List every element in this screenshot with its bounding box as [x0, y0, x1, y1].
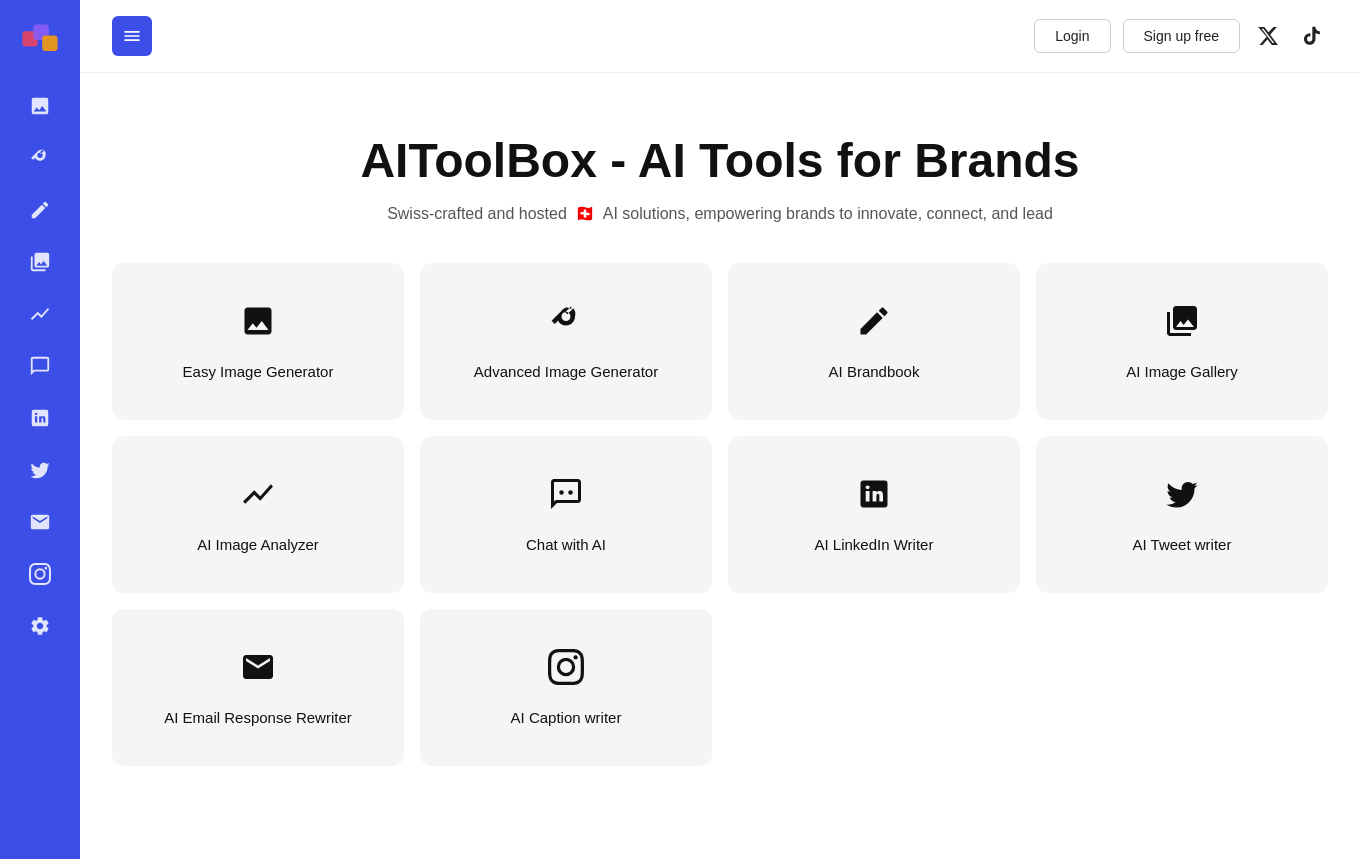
ai-email-response-label: AI Email Response Rewriter	[164, 709, 352, 726]
ai-image-analyzer-label: AI Image Analyzer	[197, 536, 319, 553]
ai-brandbook-card[interactable]: AI Brandbook	[728, 263, 1020, 420]
logo-icon[interactable]	[16, 16, 64, 64]
twitter-tool-icon	[1164, 476, 1200, 520]
linkedin-sidebar-icon[interactable]	[18, 396, 62, 440]
twitter-sidebar-icon[interactable]	[18, 448, 62, 492]
header-left	[112, 16, 152, 56]
ai-caption-writer-label: AI Caption writer	[511, 709, 622, 726]
sidebar	[0, 0, 80, 859]
chat-sidebar-icon[interactable]	[18, 344, 62, 388]
chart-tool-icon	[240, 476, 276, 520]
hero-subtitle: Swiss-crafted and hosted 🇨🇭 AI solutions…	[112, 204, 1328, 223]
advanced-image-gen-label: Advanced Image Generator	[474, 363, 658, 380]
tools-grid: Easy Image Generator Advanced Image Gene…	[80, 263, 1360, 806]
ai-linkedin-writer-label: AI LinkedIn Writer	[815, 536, 934, 553]
x-twitter-link[interactable]	[1252, 20, 1284, 52]
linkedin-tool-icon	[856, 476, 892, 520]
menu-button[interactable]	[112, 16, 152, 56]
chart-sidebar-icon[interactable]	[18, 292, 62, 336]
ai-caption-writer-card[interactable]: AI Caption writer	[420, 609, 712, 766]
hero-section: AIToolBox - AI Tools for Brands Swiss-cr…	[80, 73, 1360, 263]
main-content: Login Sign up free AIToolBox - AI Tools …	[80, 0, 1360, 859]
header-right: Login Sign up free	[1034, 19, 1328, 53]
ai-brandbook-label: AI Brandbook	[829, 363, 920, 380]
wrench-tool-icon	[548, 303, 584, 347]
hero-title: AIToolBox - AI Tools for Brands	[112, 133, 1328, 188]
chat-with-ai-label: Chat with AI	[526, 536, 606, 553]
tiktok-link[interactable]	[1296, 20, 1328, 52]
email-tool-icon	[240, 649, 276, 693]
image-tool-icon	[240, 303, 276, 347]
ai-linkedin-writer-card[interactable]: AI LinkedIn Writer	[728, 436, 1020, 593]
gallery-sidebar-icon[interactable]	[18, 240, 62, 284]
ai-image-gallery-label: AI Image Gallery	[1126, 363, 1238, 380]
settings-sidebar-icon[interactable]	[18, 604, 62, 648]
easy-image-gen-card[interactable]: Easy Image Generator	[112, 263, 404, 420]
ai-tweet-writer-card[interactable]: AI Tweet writer	[1036, 436, 1328, 593]
wrench-sidebar-icon[interactable]	[18, 136, 62, 180]
instagram-sidebar-icon[interactable]	[18, 552, 62, 596]
ai-image-analyzer-card[interactable]: AI Image Analyzer	[112, 436, 404, 593]
easy-image-gen-label: Easy Image Generator	[183, 363, 334, 380]
edit-sidebar-icon[interactable]	[18, 188, 62, 232]
login-button[interactable]: Login	[1034, 19, 1110, 53]
image-sidebar-icon[interactable]	[18, 84, 62, 128]
edit-tool-icon	[856, 303, 892, 347]
chat-with-ai-card[interactable]: Chat with AI	[420, 436, 712, 593]
chat-tool-icon	[548, 476, 584, 520]
ai-tweet-writer-label: AI Tweet writer	[1133, 536, 1232, 553]
email-sidebar-icon[interactable]	[18, 500, 62, 544]
signup-button[interactable]: Sign up free	[1123, 19, 1241, 53]
ai-image-gallery-card[interactable]: AI Image Gallery	[1036, 263, 1328, 420]
ai-email-response-card[interactable]: AI Email Response Rewriter	[112, 609, 404, 766]
svg-point-3	[559, 490, 564, 495]
gallery-tool-icon	[1164, 303, 1200, 347]
header: Login Sign up free	[80, 0, 1360, 73]
svg-point-4	[568, 490, 573, 495]
instagram-tool-icon	[548, 649, 584, 693]
advanced-image-gen-card[interactable]: Advanced Image Generator	[420, 263, 712, 420]
svg-rect-2	[42, 36, 57, 51]
